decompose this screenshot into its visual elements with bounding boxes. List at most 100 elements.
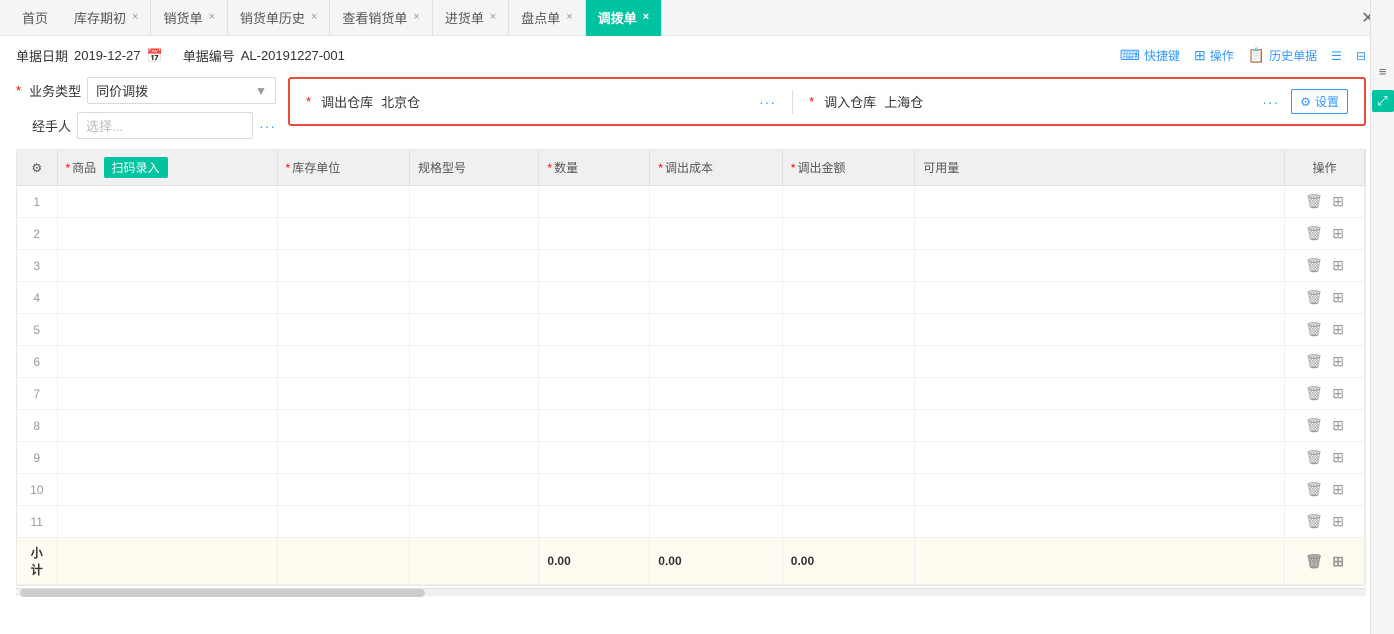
- tab-inventory-init[interactable]: 库存期初 ×: [62, 0, 151, 36]
- copy-icon[interactable]: ⊞: [1332, 193, 1344, 209]
- copy-icon[interactable]: ⊞: [1332, 385, 1344, 401]
- tab-view-sales[interactable]: 查看销货单 ×: [330, 0, 432, 36]
- tab-close-stocktake[interactable]: ×: [566, 12, 572, 23]
- copy-icon[interactable]: ⊞: [1332, 553, 1344, 569]
- unit-cell[interactable]: [277, 282, 410, 314]
- spec-cell[interactable]: [410, 410, 539, 442]
- unit-cell[interactable]: [277, 346, 410, 378]
- transfer-out-more-button[interactable]: ···: [759, 94, 776, 110]
- delete-icon[interactable]: 🗑: [1305, 257, 1323, 273]
- delete-icon[interactable]: 🗑: [1305, 553, 1323, 569]
- tab-purchase[interactable]: 进货单 ×: [433, 0, 509, 36]
- available-cell[interactable]: [915, 186, 1285, 218]
- tab-close-inventory[interactable]: ×: [132, 12, 138, 23]
- cost-cell[interactable]: [650, 378, 783, 410]
- amount-cell[interactable]: [782, 378, 915, 410]
- product-cell[interactable]: [57, 346, 277, 378]
- product-cell[interactable]: [57, 282, 277, 314]
- amount-cell[interactable]: [782, 442, 915, 474]
- spec-cell[interactable]: [410, 506, 539, 538]
- handler-select[interactable]: 选择...: [77, 112, 253, 139]
- qty-cell[interactable]: [539, 410, 650, 442]
- cost-cell[interactable]: [650, 442, 783, 474]
- qty-cell[interactable]: [539, 378, 650, 410]
- spec-cell[interactable]: [410, 186, 539, 218]
- available-cell[interactable]: [915, 410, 1285, 442]
- delete-icon[interactable]: 🗑: [1305, 481, 1323, 497]
- unit-cell[interactable]: [277, 506, 410, 538]
- qty-cell[interactable]: [539, 346, 650, 378]
- available-cell[interactable]: [915, 346, 1285, 378]
- spec-cell[interactable]: [410, 218, 539, 250]
- tab-close-view[interactable]: ×: [413, 12, 419, 23]
- product-cell[interactable]: [57, 442, 277, 474]
- product-cell[interactable]: [57, 410, 277, 442]
- amount-cell[interactable]: [782, 218, 915, 250]
- unit-cell[interactable]: [277, 410, 410, 442]
- delete-icon[interactable]: 🗑: [1305, 353, 1323, 369]
- copy-icon[interactable]: ⊞: [1332, 417, 1344, 433]
- spec-cell[interactable]: [410, 378, 539, 410]
- shortcut-button[interactable]: ⌨ 快捷键: [1120, 47, 1180, 64]
- scan-button[interactable]: 扫码录入: [104, 157, 168, 178]
- delete-icon[interactable]: 🗑: [1305, 385, 1323, 401]
- tab-close-purchase[interactable]: ×: [490, 12, 496, 23]
- product-cell[interactable]: [57, 250, 277, 282]
- tab-close-history[interactable]: ×: [311, 12, 317, 23]
- product-cell[interactable]: [57, 186, 277, 218]
- delete-icon[interactable]: 🗑: [1305, 417, 1323, 433]
- handler-more-button[interactable]: ···: [259, 118, 276, 134]
- list-view-button[interactable]: ☰: [1331, 49, 1342, 63]
- cost-cell[interactable]: [650, 282, 783, 314]
- spec-cell[interactable]: [410, 346, 539, 378]
- unit-cell[interactable]: [277, 314, 410, 346]
- spec-cell[interactable]: [410, 442, 539, 474]
- tab-stocktake[interactable]: 盘点单 ×: [509, 0, 585, 36]
- business-type-select[interactable]: 同价调拨 ▼: [87, 77, 276, 104]
- delete-icon[interactable]: 🗑: [1305, 449, 1323, 465]
- product-cell[interactable]: [57, 506, 277, 538]
- unit-cell[interactable]: [277, 474, 410, 506]
- cost-cell[interactable]: [650, 346, 783, 378]
- qty-cell[interactable]: [539, 218, 650, 250]
- transfer-in-more-button[interactable]: ···: [1262, 94, 1279, 110]
- available-cell[interactable]: [915, 314, 1285, 346]
- unit-cell[interactable]: [277, 378, 410, 410]
- product-cell[interactable]: [57, 314, 277, 346]
- copy-icon[interactable]: ⊞: [1332, 225, 1344, 241]
- available-cell[interactable]: [915, 218, 1285, 250]
- qty-cell[interactable]: [539, 186, 650, 218]
- available-cell[interactable]: [915, 442, 1285, 474]
- copy-icon[interactable]: ⊞: [1332, 321, 1344, 337]
- grid-view-button[interactable]: ⊟: [1356, 49, 1366, 63]
- delete-icon[interactable]: 🗑: [1305, 225, 1323, 241]
- sidebar-expand-icon[interactable]: ⤢: [1372, 90, 1394, 112]
- spec-cell[interactable]: [410, 282, 539, 314]
- amount-cell[interactable]: [782, 314, 915, 346]
- tab-transfer[interactable]: 调拨单 ×: [586, 0, 662, 36]
- cost-cell[interactable]: [650, 250, 783, 282]
- available-cell[interactable]: [915, 378, 1285, 410]
- qty-cell[interactable]: [539, 282, 650, 314]
- copy-icon[interactable]: ⊞: [1332, 513, 1344, 529]
- product-cell[interactable]: [57, 474, 277, 506]
- amount-cell[interactable]: [782, 346, 915, 378]
- qty-cell[interactable]: [539, 442, 650, 474]
- unit-cell[interactable]: [277, 186, 410, 218]
- tab-close-sales[interactable]: ×: [208, 12, 214, 23]
- cost-cell[interactable]: [650, 474, 783, 506]
- tab-home[interactable]: 首页: [8, 8, 62, 27]
- amount-cell[interactable]: [782, 410, 915, 442]
- qty-cell[interactable]: [539, 474, 650, 506]
- copy-icon[interactable]: ⊞: [1332, 257, 1344, 273]
- operations-button[interactable]: ⊞ 操作: [1194, 47, 1234, 64]
- scroll-bar[interactable]: [16, 588, 1366, 596]
- sidebar-list-icon[interactable]: ≡: [1372, 60, 1394, 82]
- delete-icon[interactable]: 🗑: [1305, 513, 1323, 529]
- amount-cell[interactable]: [782, 474, 915, 506]
- spec-cell[interactable]: [410, 250, 539, 282]
- col-settings[interactable]: ⚙: [17, 150, 57, 186]
- calendar-icon[interactable]: 📅: [147, 48, 163, 64]
- unit-cell[interactable]: [277, 250, 410, 282]
- delete-icon[interactable]: 🗑: [1305, 289, 1323, 305]
